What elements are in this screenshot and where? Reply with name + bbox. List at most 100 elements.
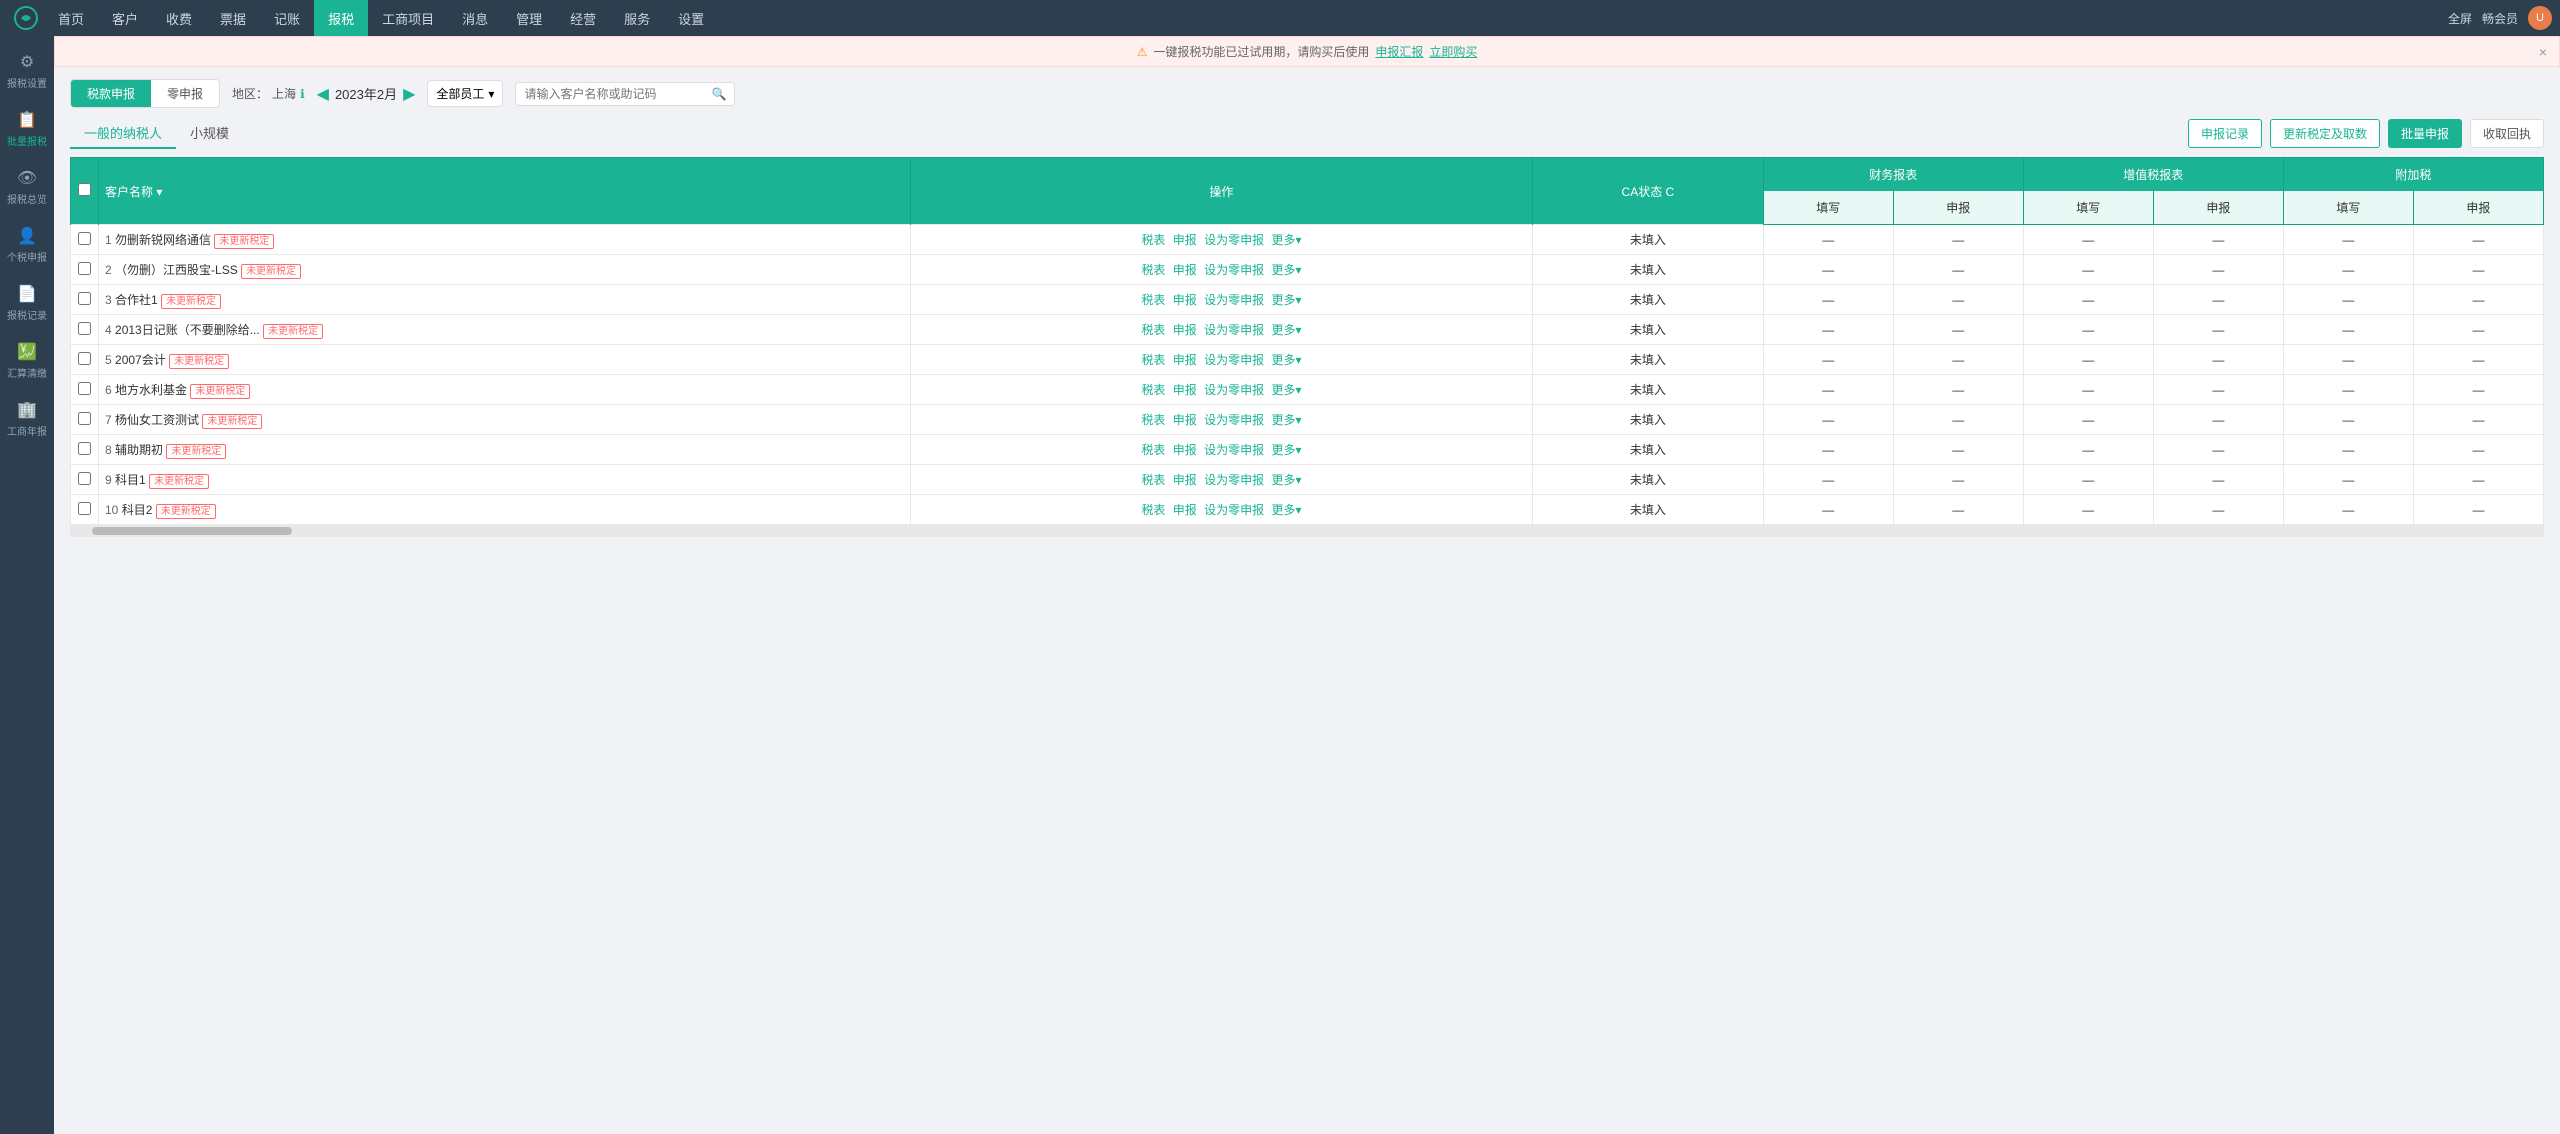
member-btn[interactable]: 畅会员 — [2482, 10, 2518, 27]
scrollbar-thumb[interactable] — [92, 527, 292, 535]
sidebar-item-personal-tax[interactable]: 👤 个税申报 — [0, 218, 54, 272]
fullscreen-btn[interactable]: 全屏 — [2448, 10, 2472, 27]
op-tax-table[interactable]: 税表 — [1141, 473, 1165, 487]
op-more[interactable]: 更多▾ — [1271, 353, 1301, 367]
search-input[interactable] — [524, 87, 707, 101]
op-declare[interactable]: 申报 — [1173, 443, 1197, 457]
op-tax-table[interactable]: 税表 — [1141, 263, 1165, 277]
nav-tax[interactable]: 报税 — [314, 0, 368, 36]
op-tax-table[interactable]: 税表 — [1141, 413, 1165, 427]
row-checkbox-6[interactable] — [78, 412, 91, 425]
notice-link-buy[interactable]: 立即购买 — [1429, 43, 1477, 60]
tab-tax-declaration[interactable]: 税款申报 — [71, 80, 151, 107]
row-fj1: — — [2283, 225, 2413, 255]
search-icon[interactable]: 🔍 — [712, 87, 727, 101]
btn-declaration-record[interactable]: 申报记录 — [2188, 119, 2262, 148]
th-customer-name: 客户名称 ▾ — [99, 158, 911, 225]
row-f1: — — [1763, 345, 1893, 375]
op-more[interactable]: 更多▾ — [1271, 293, 1301, 307]
op-set-zero[interactable]: 设为零申报 — [1204, 233, 1264, 247]
op-set-zero[interactable]: 设为零申报 — [1204, 443, 1264, 457]
row-checkbox-9[interactable] — [78, 502, 91, 515]
op-declare[interactable]: 申报 — [1173, 323, 1197, 337]
op-set-zero[interactable]: 设为零申报 — [1204, 293, 1264, 307]
row-checkbox-2[interactable] — [78, 292, 91, 305]
op-tax-table[interactable]: 税表 — [1141, 503, 1165, 517]
notice-link-report[interactable]: 申报汇报 — [1375, 43, 1423, 60]
op-tax-table[interactable]: 税表 — [1141, 353, 1165, 367]
op-more[interactable]: 更多▾ — [1271, 473, 1301, 487]
row-z2: — — [2153, 375, 2283, 405]
op-set-zero[interactable]: 设为零申报 — [1204, 503, 1264, 517]
horizontal-scrollbar[interactable] — [70, 525, 2544, 537]
nav-message[interactable]: 消息 — [448, 0, 502, 36]
op-declare[interactable]: 申报 — [1173, 353, 1197, 367]
sidebar-item-annual-report[interactable]: 🏢 工商年报 — [0, 392, 54, 446]
staff-select-dropdown[interactable]: 全部员工 ▾ — [427, 80, 503, 107]
op-declare[interactable]: 申报 — [1173, 293, 1197, 307]
op-set-zero[interactable]: 设为零申报 — [1204, 413, 1264, 427]
next-month-button[interactable]: ▶ — [403, 84, 415, 104]
op-more[interactable]: 更多▾ — [1271, 263, 1301, 277]
btn-update-data[interactable]: 更新税定及取数 — [2270, 119, 2380, 148]
row-checkbox-0[interactable] — [78, 232, 91, 245]
op-set-zero[interactable]: 设为零申报 — [1204, 473, 1264, 487]
op-declare[interactable]: 申报 — [1173, 233, 1197, 247]
sidebar-item-tax-record[interactable]: 📄 报税记录 — [0, 276, 54, 330]
btn-batch-declare[interactable]: 批量申报 — [2388, 119, 2462, 148]
sidebar-item-tax-settings[interactable]: ⚙ 报税设置 — [0, 44, 54, 98]
op-declare[interactable]: 申报 — [1173, 383, 1197, 397]
op-set-zero[interactable]: 设为零申报 — [1204, 263, 1264, 277]
sidebar-item-tax-overview[interactable]: 👁 报税总览 — [0, 160, 54, 214]
op-set-zero[interactable]: 设为零申报 — [1204, 383, 1264, 397]
select-all-checkbox[interactable] — [78, 183, 91, 196]
op-more[interactable]: 更多▾ — [1271, 383, 1301, 397]
tab-zero-declaration[interactable]: 零申报 — [151, 80, 219, 107]
nav-settings[interactable]: 设置 — [664, 0, 718, 36]
op-declare[interactable]: 申报 — [1173, 263, 1197, 277]
sidebar-item-settlement[interactable]: 💹 汇算清缴 — [0, 334, 54, 388]
sub-tab-general[interactable]: 一般的纳税人 — [70, 118, 176, 149]
th-z-declare: 申报 — [2153, 191, 2283, 225]
nav-customer[interactable]: 客户 — [98, 0, 152, 36]
nav-operation[interactable]: 经营 — [556, 0, 610, 36]
op-more[interactable]: 更多▾ — [1271, 323, 1301, 337]
op-tax-table[interactable]: 税表 — [1141, 383, 1165, 397]
region-value: 上海 — [272, 85, 296, 102]
op-tax-table[interactable]: 税表 — [1141, 233, 1165, 247]
row-z1: — — [2023, 465, 2153, 495]
nav-fee[interactable]: 收费 — [152, 0, 206, 36]
row-checkbox-3[interactable] — [78, 322, 91, 335]
sub-tab-small[interactable]: 小规模 — [176, 118, 243, 149]
row-checkbox-8[interactable] — [78, 472, 91, 485]
op-set-zero[interactable]: 设为零申报 — [1204, 353, 1264, 367]
nav-bookkeeping[interactable]: 记账 — [260, 0, 314, 36]
user-avatar[interactable]: U — [2528, 6, 2552, 30]
op-declare[interactable]: 申报 — [1173, 503, 1197, 517]
row-checkbox-1[interactable] — [78, 262, 91, 275]
row-checkbox-4[interactable] — [78, 352, 91, 365]
op-declare[interactable]: 申报 — [1173, 473, 1197, 487]
nav-management[interactable]: 管理 — [502, 0, 556, 36]
op-more[interactable]: 更多▾ — [1271, 443, 1301, 457]
prev-month-button[interactable]: ◀ — [317, 84, 329, 104]
sidebar-item-batch-tax[interactable]: 📋 批量报税 — [0, 102, 54, 156]
op-tax-table[interactable]: 税表 — [1141, 323, 1165, 337]
row-checkbox-7[interactable] — [78, 442, 91, 455]
op-declare[interactable]: 申报 — [1173, 413, 1197, 427]
row-checkbox-5[interactable] — [78, 382, 91, 395]
op-more[interactable]: 更多▾ — [1271, 503, 1301, 517]
op-more[interactable]: 更多▾ — [1271, 413, 1301, 427]
nav-business[interactable]: 工商项目 — [368, 0, 448, 36]
op-more[interactable]: 更多▾ — [1271, 233, 1301, 247]
nav-invoice[interactable]: 票据 — [206, 0, 260, 36]
op-tax-table[interactable]: 税表 — [1141, 443, 1165, 457]
nav-service[interactable]: 服务 — [610, 0, 664, 36]
op-tax-table[interactable]: 税表 — [1141, 293, 1165, 307]
info-icon[interactable]: ℹ — [300, 87, 305, 101]
notice-close-button[interactable]: × — [2539, 44, 2547, 60]
nav-home[interactable]: 首页 — [44, 0, 98, 36]
btn-collect-receipt[interactable]: 收取回执 — [2470, 119, 2544, 148]
op-set-zero[interactable]: 设为零申报 — [1204, 323, 1264, 337]
row-fj2: — — [2413, 225, 2543, 255]
